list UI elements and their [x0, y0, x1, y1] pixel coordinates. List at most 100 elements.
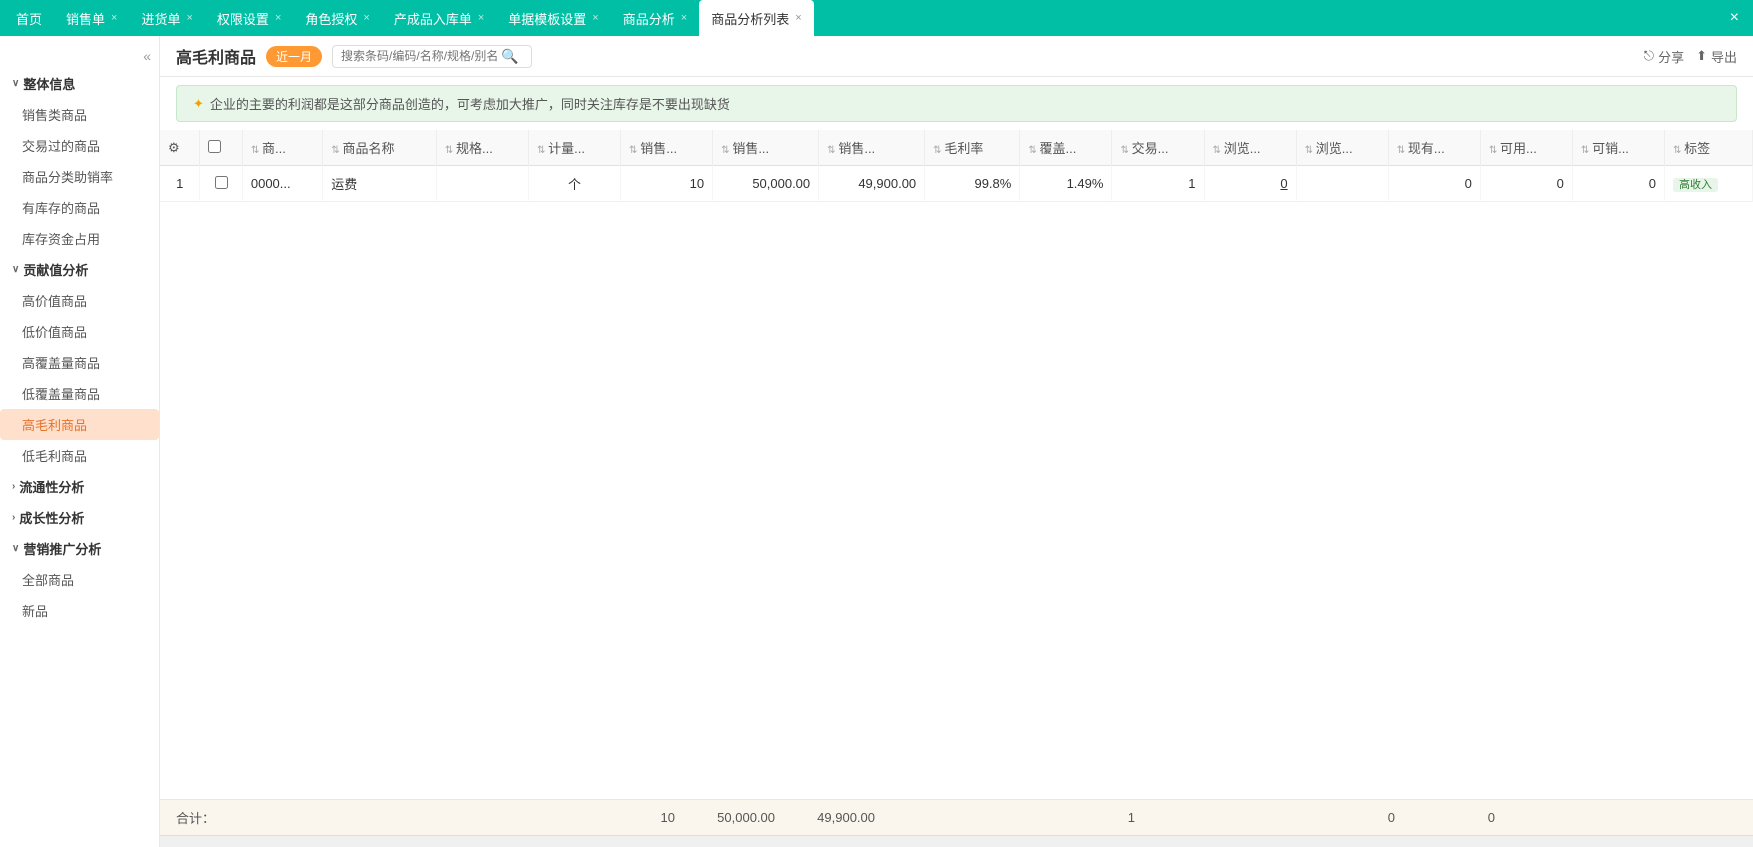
topnav-item-商品分析[interactable]: 商品分析×: [611, 0, 699, 36]
sort-icon: ⇅: [1120, 145, 1131, 156]
col-header-gross_margin[interactable]: ⇅ 毛利率: [925, 130, 1020, 166]
filter-period-button[interactable]: 近一月: [266, 46, 322, 67]
share-icon: ⎋: [1644, 48, 1654, 64]
topnav-item-商品分析列表[interactable]: 商品分析列表×: [699, 0, 813, 36]
sidebar-item-商品分类助销率[interactable]: 商品分类助销率: [0, 161, 159, 192]
col-header-sellable[interactable]: ⇅ 可销...: [1572, 130, 1664, 166]
sort-icon: ⇅: [1397, 145, 1408, 156]
sidebar-group-arrow: ∨: [12, 264, 19, 275]
sidebar-group-title[interactable]: ∨营销推广分析: [0, 533, 159, 564]
sidebar-item-高毛利商品[interactable]: 高毛利商品: [0, 409, 159, 440]
cell-spec: [436, 166, 528, 202]
table-wrap[interactable]: ⚙⇅ 商...⇅ 商品名称⇅ 规格...⇅ 计量...⇅ 销售...⇅ 销售..…: [160, 130, 1753, 799]
col-header-view1[interactable]: ⇅ 浏览...: [1204, 130, 1296, 166]
sidebar: « ∨整体信息销售类商品交易过的商品商品分类助销率有库存的商品库存资金占用∨贡献…: [0, 36, 160, 847]
cell-checkbox: [200, 166, 242, 202]
sidebar-collapse-button[interactable]: «: [143, 48, 151, 64]
sidebar-group-title[interactable]: ›成长性分析: [0, 502, 159, 533]
tab-close-icon[interactable]: ×: [681, 12, 687, 24]
col-header-name[interactable]: ⇅ 商品名称: [323, 130, 437, 166]
sidebar-group-title[interactable]: ∨整体信息: [0, 68, 159, 99]
close-window-button[interactable]: ×: [1720, 9, 1749, 27]
export-icon: ⬆: [1696, 48, 1707, 64]
sidebar-item-销售类商品[interactable]: 销售类商品: [0, 99, 159, 130]
sidebar-item-有库存的商品[interactable]: 有库存的商品: [0, 192, 159, 223]
col-header-checkbox[interactable]: [200, 130, 242, 166]
topnav-item-首页[interactable]: 首页: [4, 0, 54, 36]
view-link[interactable]: 0: [1280, 176, 1287, 191]
sort-icon: ⇅: [827, 145, 838, 156]
sort-icon: ⇅: [251, 145, 262, 156]
search-input-wrap: 🔍: [332, 45, 532, 68]
export-button[interactable]: ⬆ 导出: [1696, 47, 1737, 66]
topnav-item-销售单[interactable]: 销售单×: [54, 0, 129, 36]
tab-close-icon[interactable]: ×: [592, 12, 598, 24]
col-header-sales_cost[interactable]: ⇅ 销售...: [819, 130, 925, 166]
cell-current: 0: [1388, 166, 1480, 202]
row-checkbox[interactable]: [215, 176, 228, 189]
col-header-tag[interactable]: ⇅ 标签: [1665, 130, 1753, 166]
topnav-item-单据模板设置[interactable]: 单据模板设置×: [496, 0, 610, 36]
topnav-item-角色授权[interactable]: 角色授权×: [293, 0, 381, 36]
tab-close-icon[interactable]: ×: [186, 12, 192, 24]
topnav-item-进货单[interactable]: 进货单×: [129, 0, 204, 36]
select-all-checkbox[interactable]: [208, 140, 221, 153]
sort-icon: ⇅: [1673, 145, 1684, 156]
sidebar-item-交易过的商品[interactable]: 交易过的商品: [0, 130, 159, 161]
col-header-coverage[interactable]: ⇅ 覆盖...: [1020, 130, 1112, 166]
sidebar-item-高覆盖量商品[interactable]: 高覆盖量商品: [0, 347, 159, 378]
sidebar-group-title[interactable]: ›流通性分析: [0, 471, 159, 502]
col-header-current[interactable]: ⇅ 现有...: [1388, 130, 1480, 166]
col-header-unit[interactable]: ⇅ 计量...: [528, 130, 620, 166]
footer-label: 合计：: [176, 808, 215, 827]
sidebar-item-低覆盖量商品[interactable]: 低覆盖量商品: [0, 378, 159, 409]
cell-sales_qty: 10: [621, 166, 713, 202]
sidebar-item-高价值商品[interactable]: 高价值商品: [0, 285, 159, 316]
cell-sellable: 0: [1572, 166, 1664, 202]
tab-close-icon[interactable]: ×: [275, 12, 281, 24]
sidebar-group-title[interactable]: ∨贡献值分析: [0, 254, 159, 285]
cell-sales_cost: 49,900.00: [819, 166, 925, 202]
search-icon[interactable]: 🔍: [501, 48, 518, 65]
footer-sales-qty: 10: [595, 810, 675, 825]
col-header-code[interactable]: ⇅ 商...: [242, 130, 322, 166]
col-header-sales_qty[interactable]: ⇅ 销售...: [621, 130, 713, 166]
col-header-view2[interactable]: ⇅ 浏览...: [1296, 130, 1388, 166]
sidebar-group-arrow: ∨: [12, 543, 19, 554]
topnav-item-产成品入库单[interactable]: 产成品入库单×: [382, 0, 496, 36]
cell-view1[interactable]: 0: [1204, 166, 1296, 202]
col-header-spec[interactable]: ⇅ 规格...: [436, 130, 528, 166]
tab-close-icon[interactable]: ×: [111, 12, 117, 24]
sidebar-item-低价值商品[interactable]: 低价值商品: [0, 316, 159, 347]
sidebar-group-label: 整体信息: [23, 74, 75, 93]
sidebar-item-新品[interactable]: 新品: [0, 595, 159, 626]
cell-unit: 个: [528, 166, 620, 202]
cell-transaction: 1: [1112, 166, 1204, 202]
sidebar-group-arrow: ›: [12, 512, 15, 523]
col-header-available[interactable]: ⇅ 可用...: [1480, 130, 1572, 166]
horizontal-scrollbar[interactable]: [160, 835, 1753, 847]
sort-icon: ⇅: [1305, 145, 1316, 156]
col-header-sales_amount[interactable]: ⇅ 销售...: [713, 130, 819, 166]
sidebar-group-成长性分析: ›成长性分析: [0, 502, 159, 533]
share-button[interactable]: ⎋ 分享: [1644, 47, 1684, 66]
tab-close-icon[interactable]: ×: [795, 12, 801, 24]
content-panel: 高毛利商品 近一月 🔍 ⎋ 分享 ⬆ 导出 ✦ 企业的主要的利润都是这部分商品创…: [160, 36, 1753, 847]
tab-close-icon[interactable]: ×: [478, 12, 484, 24]
sidebar-item-全部商品[interactable]: 全部商品: [0, 564, 159, 595]
footer-sales-amount: 50,000.00: [695, 810, 775, 825]
sort-icon: ⇅: [629, 145, 640, 156]
tab-close-icon[interactable]: ×: [363, 12, 369, 24]
sidebar-item-低毛利商品[interactable]: 低毛利商品: [0, 440, 159, 471]
col-header-settings[interactable]: ⚙: [160, 130, 200, 166]
topnav-item-权限设置[interactable]: 权限设置×: [205, 0, 293, 36]
settings-icon[interactable]: ⚙: [168, 140, 180, 155]
cell-tag[interactable]: 高收入: [1665, 166, 1753, 202]
col-header-transaction[interactable]: ⇅ 交易...: [1112, 130, 1204, 166]
sidebar-group-营销推广分析: ∨营销推广分析全部商品新品: [0, 533, 159, 626]
search-input[interactable]: [341, 49, 501, 63]
main-area: « ∨整体信息销售类商品交易过的商品商品分类助销率有库存的商品库存资金占用∨贡献…: [0, 36, 1753, 847]
sidebar-item-库存资金占用[interactable]: 库存资金占用: [0, 223, 159, 254]
footer-transaction: 1: [1055, 810, 1135, 825]
footer-current: 0: [1315, 810, 1395, 825]
